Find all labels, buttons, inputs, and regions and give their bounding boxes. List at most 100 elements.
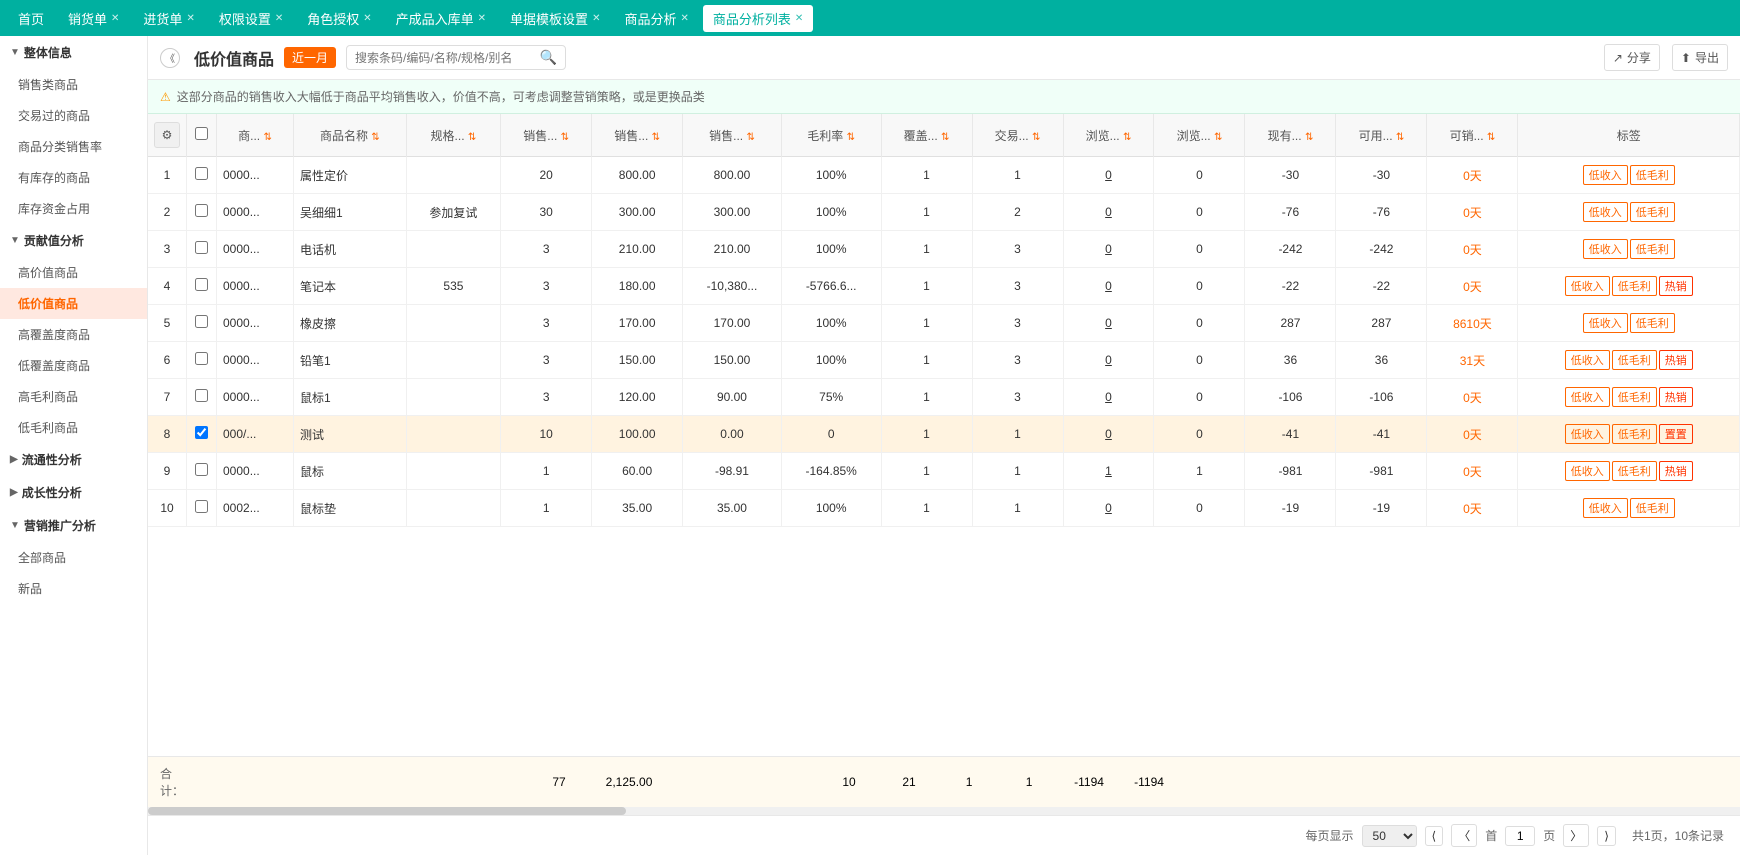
column-settings-button[interactable]: ⚙ [154,122,180,148]
close-icon[interactable]: ✕ [363,13,371,24]
sidebar-item-traded-goods[interactable]: 交易过的商品 [0,100,147,131]
views-link[interactable]: 1 [1105,464,1112,478]
col-sales-price[interactable]: 销售... ⇅ [683,114,782,157]
col-current-stock[interactable]: 现有... ⇅ [1245,114,1336,157]
views-link[interactable]: 0 [1105,168,1112,182]
page-number-input[interactable] [1505,826,1535,846]
search-input[interactable] [355,51,534,65]
sidebar-group-contribution[interactable]: ▼ 贡献值分析 [0,224,147,257]
data-table-container[interactable]: ⚙ 商... ⇅ 商品名称 ⇅ 规格... ⇅ 销售... ⇅ 销售... ⇅ … [148,114,1740,756]
cell-views1[interactable]: 0 [1063,157,1154,194]
row-checkbox[interactable] [195,463,208,476]
close-icon[interactable]: ✕ [478,13,486,24]
row-checkbox[interactable] [195,389,208,402]
cell-checkbox[interactable] [187,416,217,453]
export-button[interactable]: ⬆ 导出 [1672,44,1728,71]
cell-checkbox[interactable] [187,157,217,194]
cell-checkbox[interactable] [187,453,217,490]
cell-checkbox[interactable] [187,379,217,416]
sidebar-item-category-sales-rate[interactable]: 商品分类销售率 [0,131,147,162]
cell-checkbox[interactable] [187,268,217,305]
last-page-button[interactable]: ⟩ [1597,826,1616,846]
sidebar-group-growth[interactable]: ▶ 成长性分析 [0,476,147,509]
sidebar-item-low-coverage[interactable]: 低覆盖度商品 [0,350,147,381]
row-checkbox[interactable] [195,167,208,180]
views-link[interactable]: 0 [1105,427,1112,441]
sidebar-item-new-goods[interactable]: 新品 [0,573,147,604]
col-sales-qty[interactable]: 销售... ⇅ [501,114,592,157]
nav-role-auth[interactable]: 角色授权 ✕ [297,5,381,32]
views-link[interactable]: 0 [1105,390,1112,404]
cell-checkbox[interactable] [187,231,217,268]
col-views1[interactable]: 浏览... ⇅ [1063,114,1154,157]
col-checkbox[interactable] [187,114,217,157]
col-gear[interactable]: ⚙ [148,114,187,157]
cell-views1[interactable]: 0 [1063,194,1154,231]
cell-checkbox[interactable] [187,305,217,342]
row-checkbox[interactable] [195,426,208,439]
col-views2[interactable]: 浏览... ⇅ [1154,114,1245,157]
sidebar-item-sales-goods[interactable]: 销售类商品 [0,69,147,100]
cell-views1[interactable]: 0 [1063,379,1154,416]
views-link[interactable]: 0 [1105,316,1112,330]
cell-views1[interactable]: 0 [1063,342,1154,379]
sidebar-item-stock-goods[interactable]: 有库存的商品 [0,162,147,193]
nav-permission-settings[interactable]: 权限设置 ✕ [209,5,293,32]
col-transactions[interactable]: 交易... ⇅ [972,114,1063,157]
nav-product-analysis-list[interactable]: 商品分析列表 ✕ [703,5,813,32]
row-checkbox[interactable] [195,278,208,291]
nav-purchase-order[interactable]: 进货单 ✕ [133,5,204,32]
col-saleable[interactable]: 可销... ⇅ [1427,114,1518,157]
col-spec[interactable]: 规格... ⇅ [406,114,501,157]
next-page-button[interactable]: 〉 [1563,824,1589,847]
views-link[interactable]: 0 [1105,205,1112,219]
select-all-checkbox[interactable] [195,127,208,140]
sidebar-item-low-margin[interactable]: 低毛利商品 [0,412,147,443]
row-checkbox[interactable] [195,500,208,513]
row-checkbox[interactable] [195,315,208,328]
search-icon[interactable]: 🔍 [540,49,557,66]
col-coverage[interactable]: 覆盖... ⇅ [881,114,972,157]
sidebar-item-high-coverage[interactable]: 高覆盖度商品 [0,319,147,350]
cell-views1[interactable]: 0 [1063,416,1154,453]
views-link[interactable]: 0 [1105,353,1112,367]
row-checkbox[interactable] [195,352,208,365]
scrollbar-thumb[interactable] [148,807,626,815]
sidebar-item-stock-capital[interactable]: 库存资金占用 [0,193,147,224]
share-button[interactable]: ↗ 分享 [1604,44,1660,71]
sidebar-item-low-value[interactable]: 低价值商品 [0,288,147,319]
sidebar-group-circulation[interactable]: ▶ 流通性分析 [0,443,147,476]
col-sales-amount[interactable]: 销售... ⇅ [592,114,683,157]
first-page-button[interactable]: ⟨ [1425,826,1444,846]
nav-template-settings[interactable]: 单据模板设置 ✕ [500,5,610,32]
sidebar-item-all-goods[interactable]: 全部商品 [0,542,147,573]
close-icon[interactable]: ✕ [795,13,803,24]
cell-views1[interactable]: 1 [1063,453,1154,490]
views-link[interactable]: 0 [1105,242,1112,256]
page-size-select[interactable]: 50 100 [1362,825,1417,847]
col-available[interactable]: 可用... ⇅ [1336,114,1427,157]
nav-product-analysis[interactable]: 商品分析 ✕ [614,5,698,32]
nav-product-inbound[interactable]: 产成品入库单 ✕ [386,5,496,32]
close-icon[interactable]: ✕ [680,13,688,24]
collapse-sidebar-button[interactable]: 《 [160,48,180,68]
row-checkbox[interactable] [195,241,208,254]
cell-views1[interactable]: 0 [1063,231,1154,268]
sidebar-group-overall[interactable]: ▼ 整体信息 [0,36,147,69]
horizontal-scrollbar[interactable] [148,807,1740,815]
sidebar-item-high-margin[interactable]: 高毛利商品 [0,381,147,412]
cell-views1[interactable]: 0 [1063,490,1154,527]
col-gross-margin[interactable]: 毛利率 ⇅ [781,114,881,157]
close-icon[interactable]: ✕ [592,13,600,24]
nav-sales-order[interactable]: 销货单 ✕ [58,5,129,32]
cell-checkbox[interactable] [187,490,217,527]
filter-tag-recent-month[interactable]: 近一月 [284,47,336,68]
cell-checkbox[interactable] [187,342,217,379]
col-code[interactable]: 商... ⇅ [217,114,294,157]
cell-checkbox[interactable] [187,194,217,231]
prev-page-button[interactable]: 〈 [1451,824,1477,847]
close-icon[interactable]: ✕ [186,13,194,24]
nav-home[interactable]: 首页 [8,5,54,32]
col-name[interactable]: 商品名称 ⇅ [293,114,406,157]
views-link[interactable]: 0 [1105,279,1112,293]
